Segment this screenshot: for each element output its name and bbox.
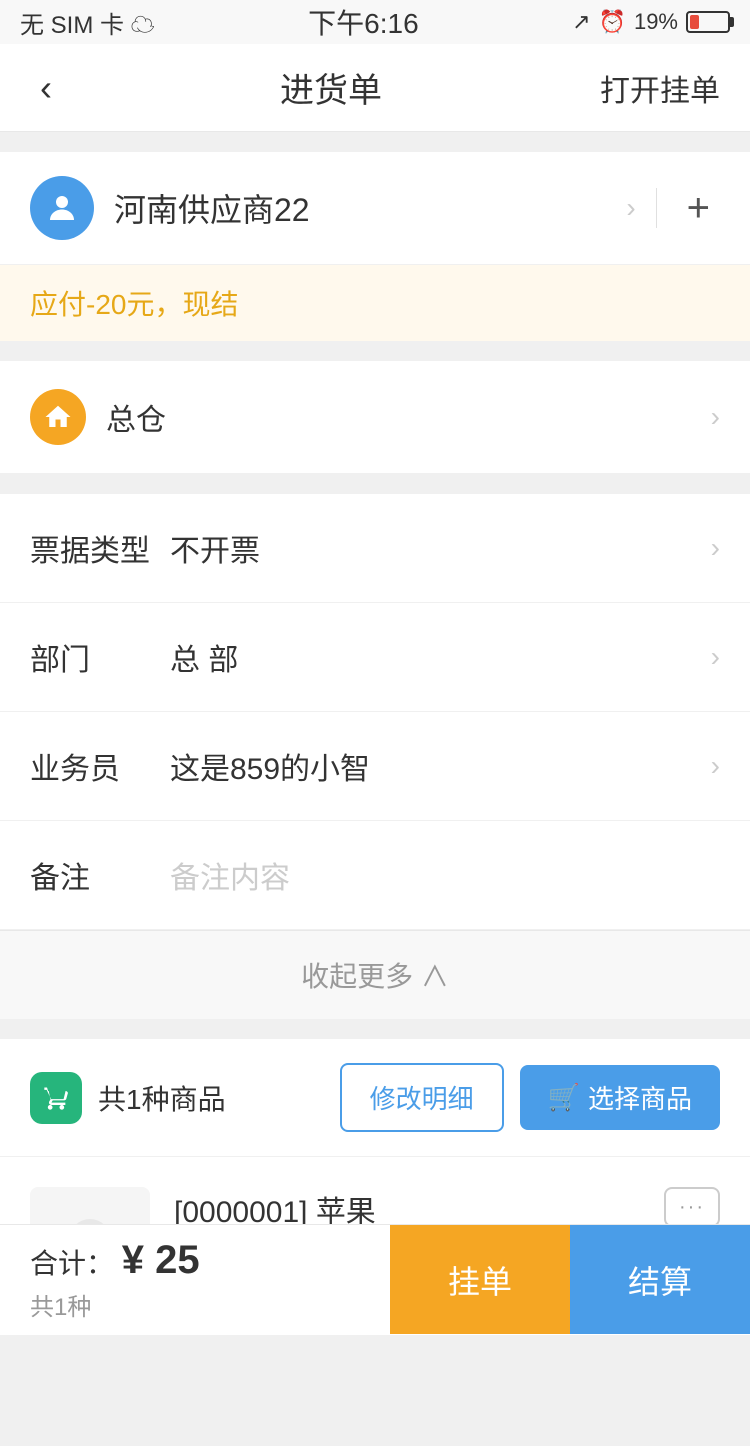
page-title: 进货单: [280, 63, 382, 112]
warehouse-name: 总仓: [106, 395, 701, 439]
status-left: 无 SIM 卡 ☁: [20, 5, 155, 40]
select-product-button[interactable]: 🛒 选择商品: [520, 1065, 720, 1130]
department-row[interactable]: 部门 总 部 ›: [0, 603, 750, 712]
settle-button[interactable]: 结算: [570, 1225, 750, 1334]
battery-percent: 19%: [634, 9, 678, 35]
supplier-section: 河南供应商22 › + 应付-20元，现结: [0, 152, 750, 341]
invoice-label: 票据类型: [30, 526, 170, 570]
collapse-button[interactable]: 收起更多 ∧: [0, 930, 750, 1019]
section-gap-1: [0, 132, 750, 152]
chevron-right-icon-2: ›: [711, 401, 720, 433]
salesperson-row[interactable]: 业务员 这是859的小智 ›: [0, 712, 750, 821]
product-count: 共1种商品: [98, 1078, 340, 1118]
vertical-divider: [656, 188, 657, 228]
cart-icon-small: 🛒: [548, 1082, 580, 1113]
location-icon: ↗: [572, 9, 590, 35]
total-label: 合计：: [30, 1248, 114, 1279]
chevron-right-icon-5: ›: [711, 750, 720, 782]
warehouse-row[interactable]: 总仓 ›: [0, 361, 750, 474]
nav-bar: ‹ 进货单 打开挂单: [0, 44, 750, 132]
total-amount: ¥ 25: [122, 1238, 200, 1282]
supplier-row[interactable]: 河南供应商22 › +: [0, 152, 750, 265]
product-icon: [30, 1072, 82, 1124]
department-value: 总 部: [170, 635, 701, 679]
supplier-avatar: [30, 176, 94, 240]
status-bar: 无 SIM 卡 ☁ 下午6:16 ↗ ⏰ 19%: [0, 0, 750, 44]
more-button[interactable]: ···: [664, 1187, 720, 1227]
total-count: 共1种: [30, 1287, 360, 1322]
chevron-right-icon: ›: [626, 192, 635, 224]
status-right: ↗ ⏰ 19%: [572, 9, 730, 35]
back-button[interactable]: ‹: [30, 57, 62, 119]
remark-input[interactable]: 备注内容: [170, 853, 720, 897]
alarm-icon: ⏰: [599, 9, 626, 35]
collapse-text: 收起更多 ∧: [301, 961, 449, 992]
cart-icon: [42, 1084, 70, 1112]
department-label: 部门: [30, 635, 170, 679]
sim-text: 无 SIM 卡 ☁: [20, 5, 155, 40]
open-pending-button[interactable]: 打开挂单: [600, 66, 720, 110]
edit-detail-button[interactable]: 修改明细: [340, 1063, 504, 1132]
notice-bar: 应付-20元，现结: [0, 265, 750, 341]
supplier-name: 河南供应商22: [114, 185, 616, 231]
warehouse-section: 总仓 ›: [0, 361, 750, 474]
status-time: 下午6:16: [308, 2, 419, 42]
battery-fill: [690, 15, 699, 29]
section-gap-2: [0, 341, 750, 361]
section-gap-4: [0, 1019, 750, 1039]
bottom-bar: 合计： ¥ 25 共1种 挂单 结算: [0, 1224, 750, 1334]
section-gap-3: [0, 474, 750, 494]
remark-row[interactable]: 备注 备注内容: [0, 821, 750, 930]
house-icon: [43, 402, 73, 432]
chevron-right-icon-3: ›: [711, 532, 720, 564]
battery-icon: [686, 11, 730, 33]
warehouse-icon: [30, 389, 86, 445]
invoice-row[interactable]: 票据类型 不开票 ›: [0, 494, 750, 603]
form-section: 票据类型 不开票 › 部门 总 部 › 业务员 这是859的小智 › 备注 备注…: [0, 494, 750, 1019]
total-row: 合计： ¥ 25: [30, 1238, 360, 1283]
person-icon: [44, 190, 80, 226]
chevron-right-icon-4: ›: [711, 641, 720, 673]
notice-text: 应付-20元，现结: [30, 289, 238, 320]
select-product-label: 选择商品: [588, 1079, 692, 1116]
salesperson-value: 这是859的小智: [170, 744, 701, 788]
product-header: 共1种商品 修改明细 🛒 选择商品: [0, 1039, 750, 1157]
remark-label: 备注: [30, 853, 170, 897]
add-supplier-button[interactable]: +: [677, 186, 720, 231]
invoice-value: 不开票: [170, 526, 701, 570]
pending-button[interactable]: 挂单: [390, 1225, 570, 1334]
salesperson-label: 业务员: [30, 744, 170, 788]
total-section: 合计： ¥ 25 共1种: [0, 1225, 390, 1334]
